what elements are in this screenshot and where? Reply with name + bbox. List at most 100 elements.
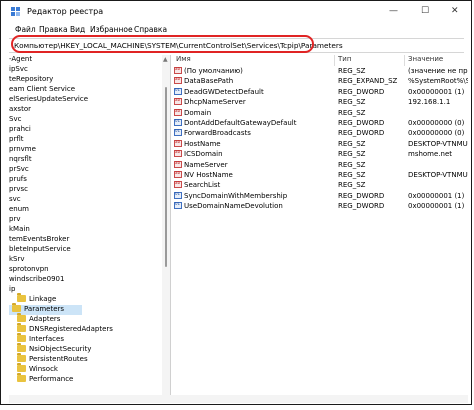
menu-favorites[interactable]: Избранное [90, 25, 133, 34]
tree-item[interactable]: elSeriesUpdateService [9, 95, 88, 105]
tree-item[interactable]: ipSvc [9, 65, 28, 75]
menu-help[interactable]: Справка [134, 25, 167, 34]
tree-item[interactable]: prahci [9, 125, 31, 135]
value-row[interactable]: UseDomainNameDevolution REG_DWORD 0x000000… [172, 202, 468, 212]
value-name: NameServer [184, 160, 228, 169]
tree-item-label: prSvc [9, 165, 29, 173]
tree-item[interactable]: enum [9, 205, 29, 215]
string-value-icon [174, 108, 182, 116]
value-name-cell: UseDomainNameDevolution [174, 202, 332, 210]
tree-item-label: axstor [9, 105, 31, 113]
value-name: (По умолчанию) [184, 67, 243, 75]
tree-item-label: svc [9, 195, 21, 203]
minimize-button[interactable]: — [389, 6, 398, 16]
tree-item[interactable]: Winsock [17, 363, 58, 375]
value-row[interactable]: DhcpNameServer REG_SZ 192.168.1.1 [172, 98, 468, 108]
value-row[interactable]: NV HostName REG_SZ DESKTOP-VTNMUI [172, 171, 468, 181]
tree-item[interactable]: axstor [9, 105, 31, 115]
tree-item[interactable]: prvsc [9, 185, 28, 195]
tree-item[interactable]: DNSRegisteredAdapters [17, 323, 113, 335]
value-data: 0x00000000 (0) [408, 119, 465, 127]
horizontal-scrollbar[interactable] [9, 395, 468, 403]
column-header-name[interactable]: Имя [176, 55, 191, 66]
menu-view[interactable]: Вид [70, 25, 85, 34]
value-row[interactable]: HostName REG_SZ DESKTOP-VTNMUI [172, 139, 468, 150]
folder-icon [17, 363, 26, 372]
tree-item[interactable]: ip [9, 285, 15, 295]
folder-icon [17, 343, 26, 352]
value-name: ICSDomain [184, 150, 223, 159]
pane-splitter[interactable] [170, 55, 171, 395]
tree-scroll-thumb[interactable] [165, 87, 167, 267]
column-header-data[interactable]: Значение [408, 55, 443, 66]
value-row[interactable]: SearchList REG_SZ [172, 181, 468, 191]
tree-item-label: nqrsflt [9, 155, 32, 163]
tree-item-label: enum [9, 205, 29, 213]
folder-icon [17, 333, 26, 342]
column-separator[interactable] [334, 55, 335, 66]
binary-value-icon [174, 119, 182, 126]
tree-item[interactable]: PersistentRoutes [17, 353, 88, 365]
key-tree: -Agent ipSvc teRepository eam Client Servic… [9, 55, 161, 395]
value-row[interactable]: DontAddDefaultGatewayDefault REG_DWORD 0x0… [172, 119, 468, 129]
value-data: 0x00000001 (1) [408, 87, 465, 96]
binary-value-icon [174, 129, 182, 137]
value-row[interactable]: ICSDomain REG_SZ mshome.net [172, 150, 468, 160]
column-separator[interactable] [404, 55, 405, 66]
value-type: REG_SZ [338, 67, 366, 75]
tree-item[interactable]: prSvc [9, 165, 29, 175]
tree-item[interactable]: nqrsflt [9, 155, 32, 165]
tree-item[interactable]: Svc [9, 115, 21, 125]
close-button[interactable]: ✕ [451, 6, 459, 16]
string-value-icon [174, 77, 182, 85]
tree-item[interactable]: Adapters [17, 313, 60, 325]
tree-item[interactable]: Linkage [17, 293, 56, 305]
value-row[interactable]: NameServer REG_SZ [172, 160, 468, 171]
tree-item[interactable]: temEventsBroker [9, 235, 69, 245]
tree-item[interactable]: prflt [9, 135, 23, 145]
tree-item[interactable]: prv [9, 215, 20, 225]
maximize-button[interactable]: ☐ [421, 6, 429, 16]
tree-item-label: sprotonvpn [9, 265, 49, 273]
tree-item[interactable]: Interfaces [17, 333, 64, 345]
menu-file[interactable]: Файл [15, 25, 36, 34]
tree-item[interactable]: svc [9, 195, 21, 205]
value-row[interactable]: Domain REG_SZ [172, 108, 468, 119]
value-row[interactable]: (По умолчанию) REG_SZ (значение не прис [172, 67, 468, 77]
value-name-cell: NameServer [174, 160, 332, 169]
tree-item[interactable]: sprotonvpn [9, 265, 49, 275]
value-name-cell: DhcpNameServer [174, 98, 332, 106]
value-name: DhcpNameServer [184, 98, 246, 107]
tree-item[interactable]: prufs [9, 175, 27, 185]
tree-item[interactable]: NsiObjectSecurity [17, 343, 91, 355]
tree-item[interactable]: eam Client Service [9, 85, 75, 95]
tree-item[interactable]: teRepository [9, 75, 53, 85]
tree-item-label: Performance [29, 375, 74, 383]
menu-edit[interactable]: Правка [39, 25, 68, 34]
value-type: REG_SZ [338, 181, 366, 190]
value-type: REG_DWORD [338, 202, 385, 211]
tree-item[interactable]: windscribe0901 [9, 275, 64, 285]
value-name-cell: NV HostName [174, 171, 332, 179]
tree-item-label: Interfaces [29, 335, 64, 343]
column-header-type[interactable]: Тип [338, 55, 351, 66]
value-name: NV HostName [184, 171, 233, 179]
value-row[interactable]: ForwardBroadcasts REG_DWORD 0x00000000 (0) [172, 129, 468, 139]
value-name: SyncDomainWithMembership [184, 191, 288, 200]
value-row[interactable]: SyncDomainWithMembership REG_DWORD 0x00000… [172, 191, 468, 202]
tree-item[interactable]: bleteInputService [9, 245, 71, 255]
value-type: REG_DWORD [338, 129, 385, 138]
value-name-cell: SyncDomainWithMembership [174, 191, 332, 200]
tree-item[interactable]: kMain [9, 225, 30, 235]
tree-item[interactable]: prnvme [9, 145, 36, 155]
value-name-cell: DontAddDefaultGatewayDefault [174, 119, 332, 127]
folder-icon [17, 353, 26, 362]
value-name-cell: ForwardBroadcasts [174, 129, 332, 137]
tree-item[interactable]: kSrv [9, 255, 25, 265]
tree-item[interactable]: Performance [17, 373, 74, 385]
tree-item[interactable]: -Agent [9, 55, 32, 65]
value-row[interactable]: DeadGWDetectDefault REG_DWORD 0x00000001 (… [172, 87, 468, 98]
scroll-up-icon[interactable]: ▲ [163, 56, 168, 63]
tree-scrollbar[interactable]: ▲ [162, 55, 170, 395]
value-row[interactable]: DataBasePath REG_EXPAND_SZ %SystemRoot%\Sy [172, 77, 468, 87]
